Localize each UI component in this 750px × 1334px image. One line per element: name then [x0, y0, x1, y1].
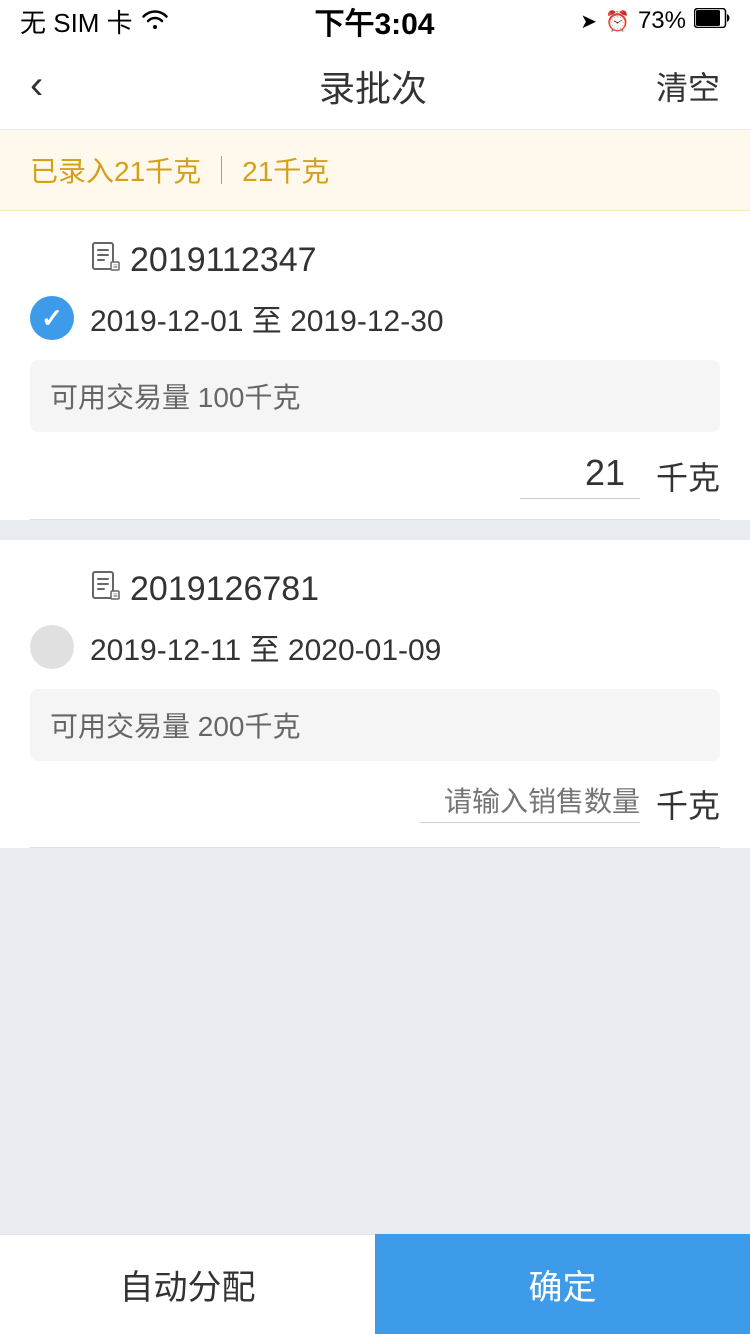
status-left: 无 SIM 卡: [20, 3, 169, 40]
batch-card-2: ≡ 2019126781 2019-12-11 至 2020-01-09 可用交…: [0, 540, 750, 848]
svg-text:≡: ≡: [113, 591, 118, 600]
status-time: 下午3:04: [314, 0, 434, 43]
quantity-row-2: 千克: [0, 761, 750, 847]
info-banner: 已录入21千克 21千克: [0, 130, 750, 211]
batch-available-2: 可用交易量 200千克: [30, 689, 720, 761]
batch-date-row-2[interactable]: 2019-12-11 至 2020-01-09: [30, 625, 720, 669]
confirm-label: 确定: [529, 1260, 597, 1309]
nav-bar: ‹ 录批次 清空: [0, 42, 750, 130]
batch-doc-icon-1: ≡: [90, 242, 120, 280]
quantity-unit-1: 千克: [656, 453, 720, 499]
confirm-button[interactable]: 确定: [375, 1234, 750, 1334]
battery-level: 73%: [638, 7, 686, 35]
quantity-row-1: 千克: [0, 432, 750, 519]
page-title: 录批次: [319, 60, 427, 112]
batch-date-row-1[interactable]: ✓ 2019-12-01 至 2019-12-30: [30, 296, 720, 340]
batch-id-1: 2019112347: [130, 241, 317, 280]
batch-id-2: 2019126781: [130, 570, 319, 609]
section-divider: [0, 520, 750, 540]
alarm-icon: ⏰: [605, 9, 630, 34]
sim-status: 无 SIM 卡: [20, 3, 133, 40]
back-button[interactable]: ‹: [30, 63, 90, 108]
auto-distribute-button[interactable]: 自动分配: [0, 1234, 375, 1334]
batch-date-2: 2019-12-11 至 2020-01-09: [90, 625, 441, 669]
status-bar: 无 SIM 卡 下午3:04 ➤ ⏰ 73%: [0, 0, 750, 42]
location-icon: ➤: [580, 9, 597, 34]
bottom-bar: 自动分配 确定: [0, 1234, 750, 1334]
batch-card-1: ≡ 2019112347 ✓ 2019-12-01 至 2019-12-30 可…: [0, 211, 750, 520]
radio-selected-1[interactable]: ✓: [30, 296, 74, 340]
quantity-input-1[interactable]: [520, 452, 640, 499]
batch-id-row-2: ≡ 2019126781: [30, 570, 720, 609]
radio-unselected-2[interactable]: [30, 625, 74, 669]
wifi-icon: [141, 6, 169, 37]
auto-distribute-label: 自动分配: [120, 1260, 256, 1309]
recorded-label: 已录入21千克: [30, 150, 201, 190]
status-right: ➤ ⏰ 73%: [580, 7, 730, 35]
batch-available-1: 可用交易量 100千克: [30, 360, 720, 432]
batch-doc-icon-2: ≡: [90, 571, 120, 609]
svg-text:≡: ≡: [113, 262, 118, 271]
batch-id-row-1: ≡ 2019112347: [30, 241, 720, 280]
banner-divider: [221, 156, 222, 184]
batch-date-1: 2019-12-01 至 2019-12-30: [90, 296, 444, 340]
quantity-input-2[interactable]: [420, 786, 640, 823]
quantity-unit-2: 千克: [656, 781, 720, 827]
clear-button[interactable]: 清空: [656, 63, 720, 109]
recorded-value: 21千克: [242, 150, 329, 190]
battery-icon: [694, 7, 730, 35]
checkmark-1: ✓: [41, 303, 63, 334]
